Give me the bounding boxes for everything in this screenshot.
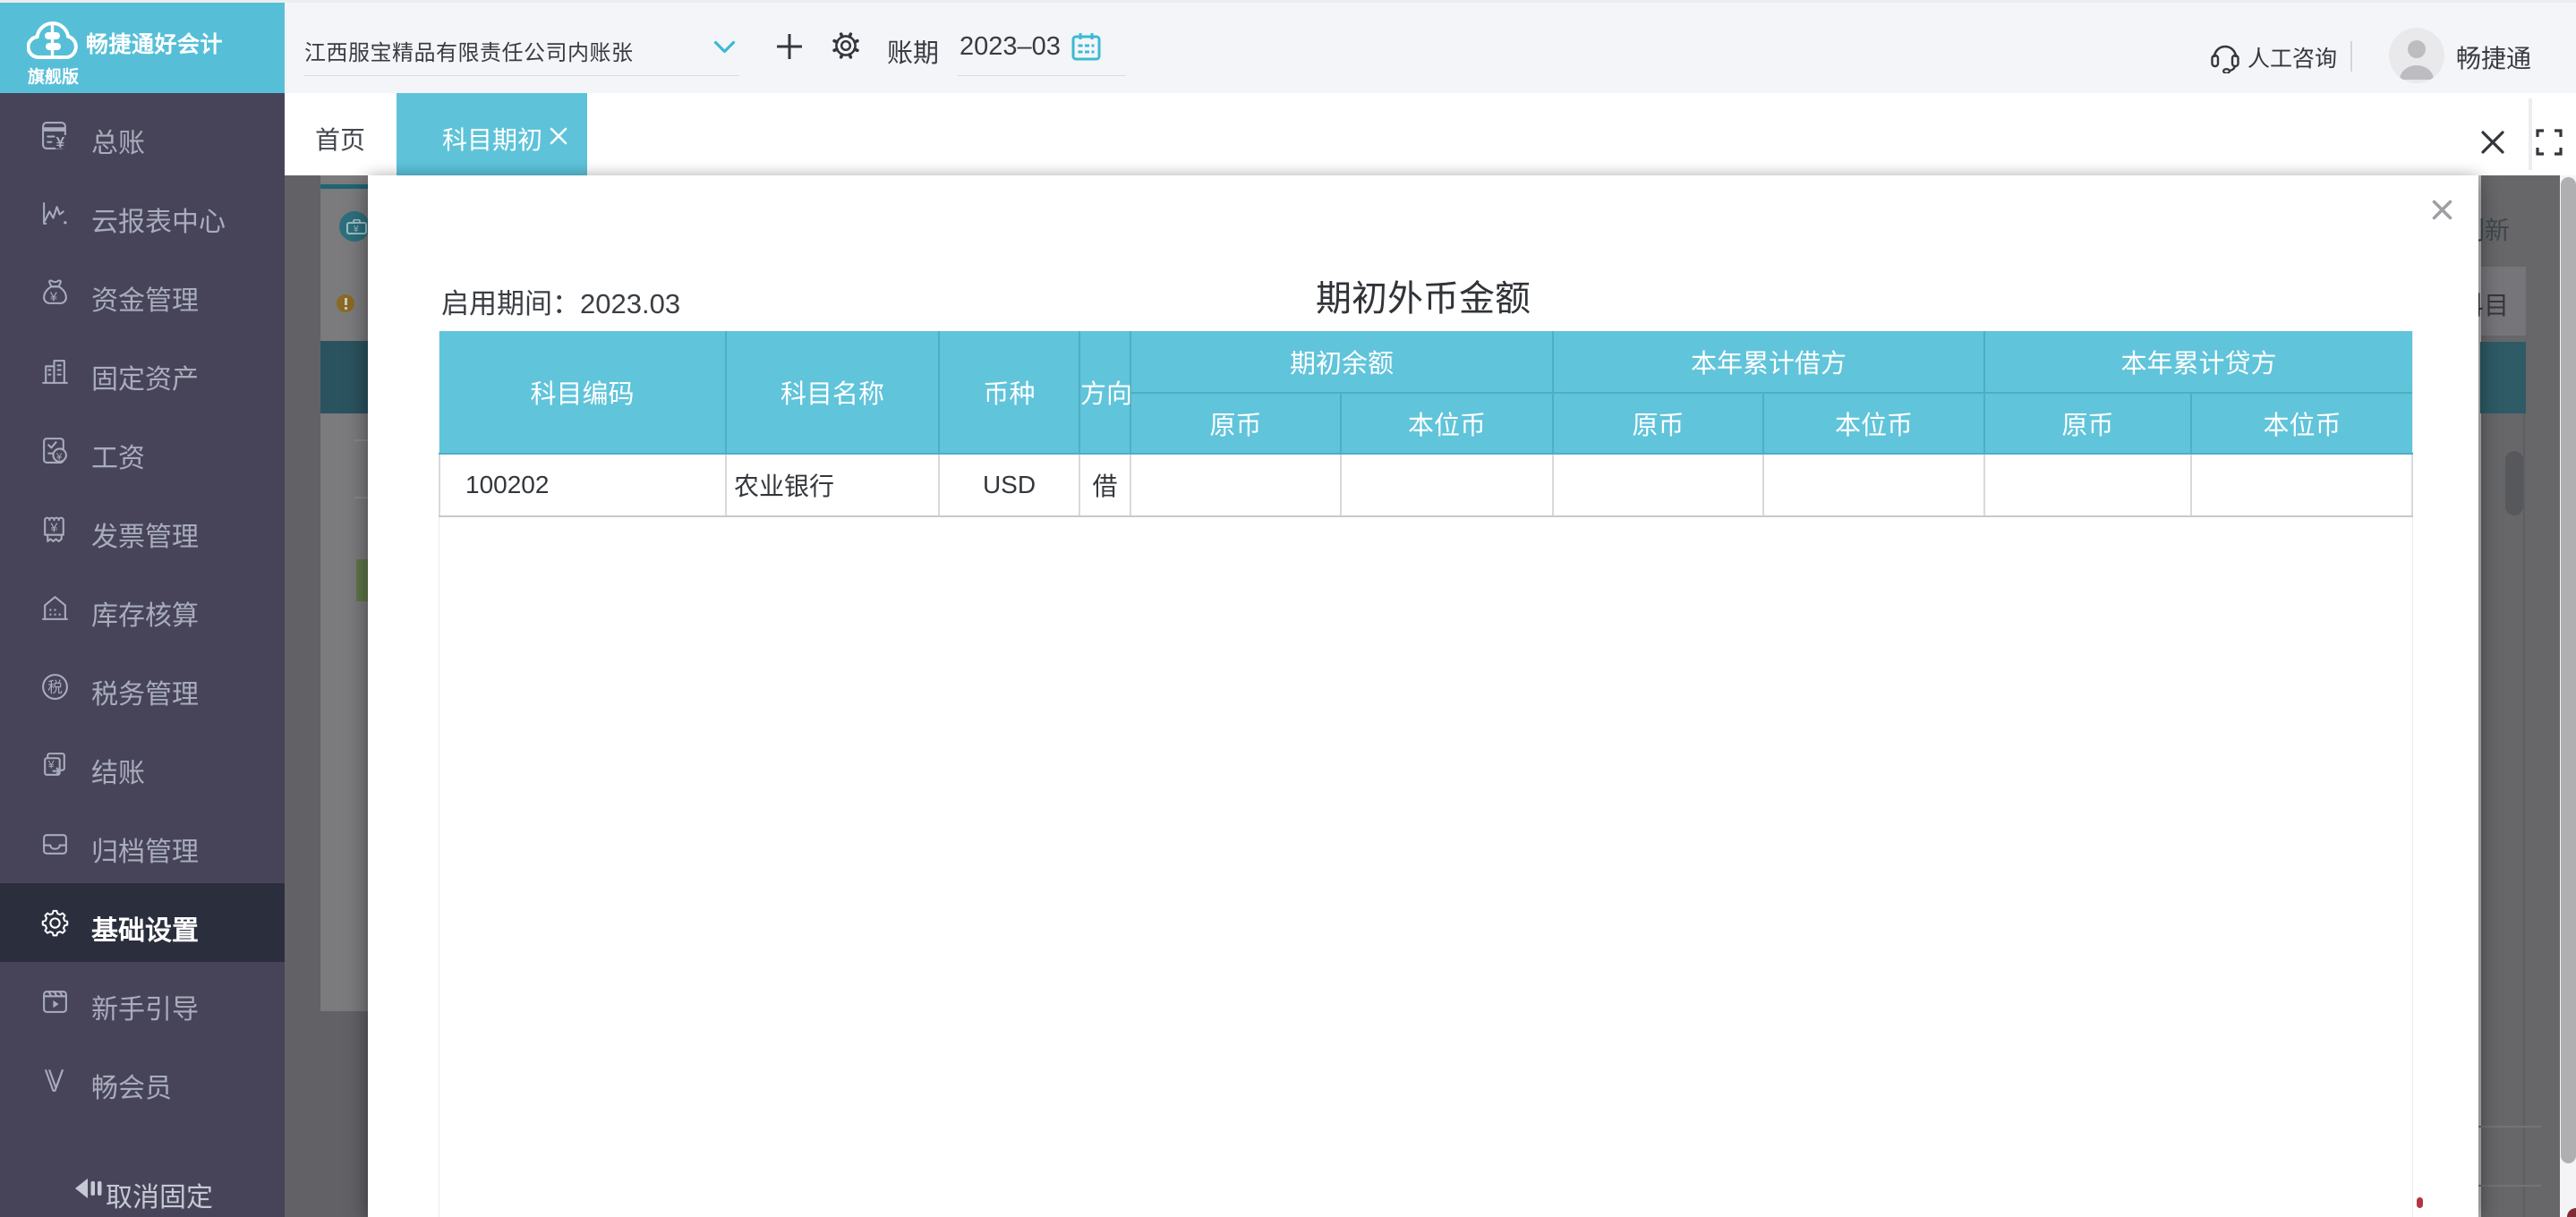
svg-text:¥: ¥	[56, 133, 65, 150]
svg-text:¥: ¥	[49, 290, 58, 304]
svg-text:¥: ¥	[55, 452, 63, 463]
svg-text:¥: ¥	[353, 225, 359, 234]
svg-text:税: 税	[47, 679, 63, 696]
svg-text:¥: ¥	[47, 759, 55, 771]
svg-text:¥: ¥	[49, 522, 58, 536]
